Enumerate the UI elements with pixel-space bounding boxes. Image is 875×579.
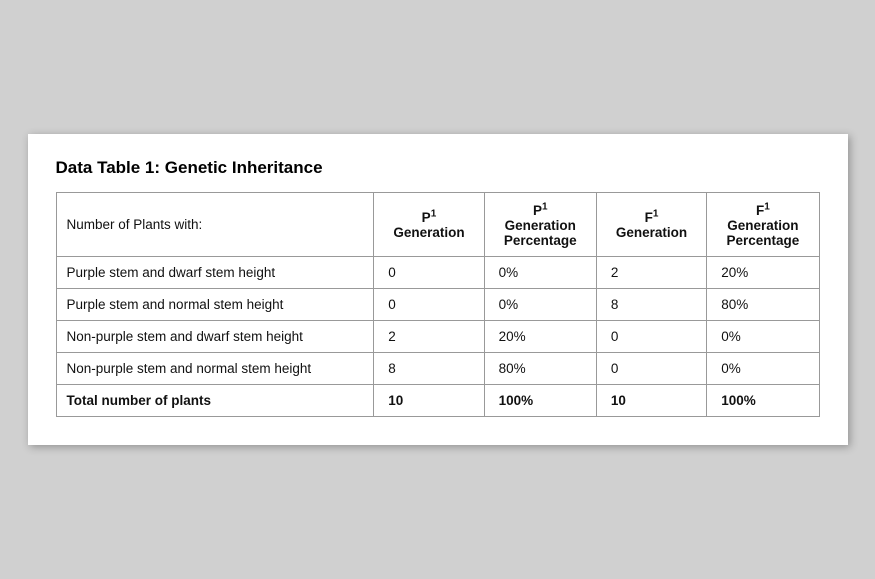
card: Data Table 1: Genetic Inheritance Number… [28, 134, 848, 445]
cell-f1: 2 [596, 256, 706, 288]
table-row: Non-purple stem and normal stem height88… [56, 352, 819, 384]
cell-f1pct: 0% [707, 320, 819, 352]
table-row: Purple stem and normal stem height00%880… [56, 288, 819, 320]
cell-p1pct: 0% [484, 288, 596, 320]
cell-label: Total number of plants [56, 384, 374, 416]
cell-p1pct: 80% [484, 352, 596, 384]
col-header-f1pct: F1GenerationPercentage [707, 193, 819, 257]
cell-f1pct: 20% [707, 256, 819, 288]
table-row: Total number of plants10100%10100% [56, 384, 819, 416]
cell-f1: 8 [596, 288, 706, 320]
cell-f1pct: 100% [707, 384, 819, 416]
cell-p1pct: 0% [484, 256, 596, 288]
cell-f1: 0 [596, 352, 706, 384]
cell-p1: 8 [374, 352, 484, 384]
cell-f1pct: 0% [707, 352, 819, 384]
table-row: Purple stem and dwarf stem height00%220% [56, 256, 819, 288]
cell-label: Non-purple stem and normal stem height [56, 352, 374, 384]
cell-p1: 2 [374, 320, 484, 352]
col-header-label: Number of Plants with: [56, 193, 374, 257]
col-header-p1: P1Generation [374, 193, 484, 257]
cell-p1pct: 20% [484, 320, 596, 352]
cell-p1: 0 [374, 288, 484, 320]
table-row: Non-purple stem and dwarf stem height220… [56, 320, 819, 352]
cell-f1: 0 [596, 320, 706, 352]
cell-label: Purple stem and dwarf stem height [56, 256, 374, 288]
cell-p1: 10 [374, 384, 484, 416]
table-body: Purple stem and dwarf stem height00%220%… [56, 256, 819, 416]
cell-p1pct: 100% [484, 384, 596, 416]
col-header-p1pct: P1GenerationPercentage [484, 193, 596, 257]
data-table: Number of Plants with: P1Generation P1Ge… [56, 192, 820, 417]
cell-f1pct: 80% [707, 288, 819, 320]
cell-p1: 0 [374, 256, 484, 288]
col-header-f1: F1Generation [596, 193, 706, 257]
cell-f1: 10 [596, 384, 706, 416]
header-row: Number of Plants with: P1Generation P1Ge… [56, 193, 819, 257]
table-title: Data Table 1: Genetic Inheritance [56, 158, 820, 178]
cell-label: Purple stem and normal stem height [56, 288, 374, 320]
cell-label: Non-purple stem and dwarf stem height [56, 320, 374, 352]
